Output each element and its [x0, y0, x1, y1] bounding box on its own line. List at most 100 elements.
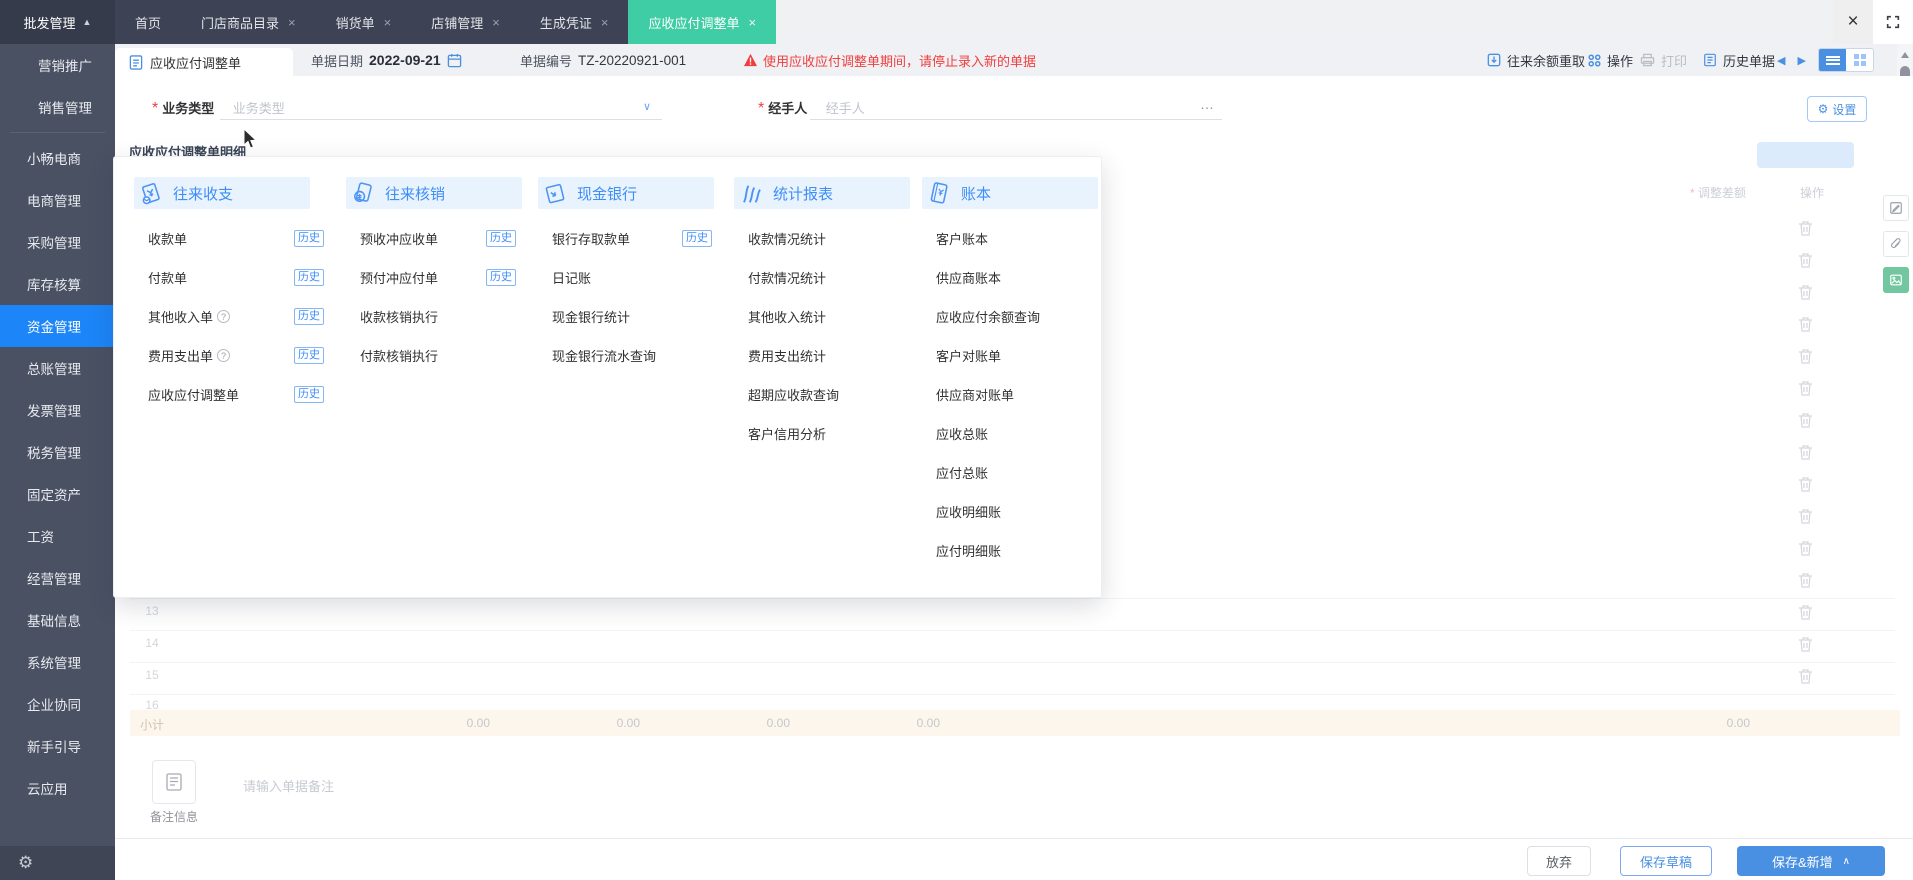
menu-item-customer-ledger[interactable]: 客户账本 — [922, 219, 1087, 258]
help-icon[interactable]: ? — [217, 349, 231, 362]
prev-record-arrow[interactable]: ◀ — [1777, 54, 1785, 67]
menu-item-payment-writeoff-exec[interactable]: 付款核销执行 — [346, 336, 538, 375]
menu-item-receipt-stats[interactable]: 收款情况统计 — [734, 219, 922, 258]
sidebar-item-ecom[interactable]: 电商管理 — [0, 179, 115, 221]
menu-item-cash-bank-stats[interactable]: 现金银行统计 — [538, 297, 734, 336]
menu-item-receipt-bill[interactable]: 收款单 历史 — [134, 219, 346, 258]
delete-row-icon[interactable] — [1798, 444, 1813, 460]
tab-sales-order[interactable]: 销货单 × — [316, 0, 412, 44]
history-badge[interactable]: 历史 — [294, 230, 324, 247]
menu-item-receipt-writeoff-exec[interactable]: 收款核销执行 — [346, 297, 538, 336]
remark-placeholder[interactable]: 请输入单据备注 — [243, 776, 334, 795]
delete-row-icon[interactable] — [1798, 572, 1813, 588]
delete-row-icon[interactable] — [1798, 348, 1813, 364]
history-badge[interactable]: 历史 — [294, 269, 324, 286]
tab-shop-management[interactable]: 店铺管理 × — [411, 0, 520, 44]
discard-button[interactable]: 放弃 — [1527, 846, 1591, 876]
menu-item-ar-ap-adjustment[interactable]: 应收应付调整单 历史 — [134, 375, 346, 414]
tab-close-icon[interactable]: × — [748, 15, 756, 30]
history-badge[interactable]: 历史 — [486, 230, 516, 247]
tab-close-icon[interactable]: × — [288, 15, 296, 30]
save-and-new-button[interactable]: 保存&新增 ∧ — [1737, 846, 1885, 876]
delete-row-icon[interactable] — [1798, 476, 1813, 492]
print-button[interactable]: 打印 — [1640, 44, 1687, 76]
operate-menu-button[interactable]: 操作 — [1588, 44, 1633, 76]
menu-item-ar-general-ledger[interactable]: 应收总账 — [922, 414, 1087, 453]
history-badge[interactable]: 历史 — [294, 347, 324, 364]
history-badge[interactable]: 历史 — [682, 230, 712, 247]
scroll-up-arrow[interactable] — [1901, 52, 1909, 58]
sidebar-item-fixed-assets[interactable]: 固定资产 — [0, 473, 115, 515]
sidebar-item-general-ledger[interactable]: 总账管理 — [0, 347, 115, 389]
balance-refetch-button[interactable]: 往来余额重取 — [1487, 44, 1585, 76]
sidebar-item-invoice[interactable]: 发票管理 — [0, 389, 115, 431]
bill-date-value[interactable]: 2022-09-21 — [369, 52, 441, 68]
delete-row-icon[interactable] — [1798, 508, 1813, 524]
column-settings-button[interactable]: ⚙ 设置 — [1807, 96, 1867, 122]
delete-row-icon[interactable] — [1798, 540, 1813, 556]
list-view-toggle[interactable] — [1819, 49, 1846, 71]
tab-close-icon[interactable]: × — [601, 15, 609, 30]
menu-item-ar-ap-balance-query[interactable]: 应收应付余额查询 — [922, 297, 1087, 336]
menu-item-ar-detail-ledger[interactable]: 应收明细账 — [922, 492, 1087, 531]
calendar-icon[interactable] — [447, 53, 462, 68]
menu-item-payment-stats[interactable]: 付款情况统计 — [734, 258, 922, 297]
menu-item-prereceipt-offset[interactable]: 预收冲应收单 历史 — [346, 219, 538, 258]
sidebar-item-cloud-apps[interactable]: 云应用 — [0, 767, 115, 809]
menu-item-ap-general-ledger[interactable]: 应付总账 — [922, 453, 1087, 492]
menu-item-bank-deposit-bill[interactable]: 银行存取款单 历史 — [538, 219, 734, 258]
help-icon[interactable]: ? — [217, 310, 231, 323]
tab-close-icon[interactable]: × — [384, 15, 392, 30]
menu-item-customer-credit-analysis[interactable]: 客户信用分析 — [734, 414, 922, 453]
menu-item-overdue-ar-query[interactable]: 超期应收款查询 — [734, 375, 922, 414]
sidebar-item-xiaochang-ecom[interactable]: 小畅电商 — [0, 137, 115, 179]
obscured-action-button[interactable] — [1757, 142, 1854, 168]
remark-attachment-box[interactable] — [152, 760, 196, 804]
sidebar-item-collaboration[interactable]: 企业协同 — [0, 683, 115, 725]
delete-row-icon[interactable] — [1798, 412, 1813, 428]
sidebar-item-sales[interactable]: 销售管理 — [0, 86, 115, 128]
delete-row-icon[interactable] — [1798, 220, 1813, 236]
delete-row-icon[interactable] — [1798, 668, 1813, 684]
next-record-arrow[interactable]: ▶ — [1797, 54, 1805, 67]
history-bills-button[interactable]: 历史单据 — [1703, 44, 1775, 76]
delete-row-icon[interactable] — [1798, 284, 1813, 300]
menu-item-prepay-offset[interactable]: 预付冲应付单 历史 — [346, 258, 538, 297]
settings-gear-icon[interactable]: ⚙ — [18, 853, 33, 873]
menu-item-supplier-ledger[interactable]: 供应商账本 — [922, 258, 1087, 297]
tab-store-catalog[interactable]: 门店商品目录 × — [181, 0, 316, 44]
document-type-tab[interactable]: 应收应付调整单 — [115, 48, 293, 76]
menu-item-cash-bank-flow-query[interactable]: 现金银行流水查询 — [538, 336, 734, 375]
delete-row-icon[interactable] — [1798, 604, 1813, 620]
menu-item-journal[interactable]: 日记账 — [538, 258, 734, 297]
menu-item-expense-stats[interactable]: 费用支出统计 — [734, 336, 922, 375]
card-view-toggle[interactable] — [1846, 49, 1873, 71]
sidebar-item-inventory[interactable]: 库存核算 — [0, 263, 115, 305]
sidebar-item-payroll[interactable]: 工资 — [0, 515, 115, 557]
history-badge[interactable]: 历史 — [294, 308, 324, 325]
window-close-button[interactable]: × — [1833, 0, 1873, 44]
history-badge[interactable]: 历史 — [486, 269, 516, 286]
sidebar-item-operation[interactable]: 经营管理 — [0, 557, 115, 599]
tab-ar-ap-adjustment[interactable]: 应收应付调整单 × — [628, 0, 777, 44]
delete-row-icon[interactable] — [1798, 252, 1813, 268]
note-tool-button[interactable] — [1883, 195, 1909, 221]
sidebar-item-tax[interactable]: 税务管理 — [0, 431, 115, 473]
tab-generate-voucher[interactable]: 生成凭证 × — [520, 0, 629, 44]
attachment-tool-button[interactable] — [1883, 231, 1909, 257]
caret-up-icon[interactable]: ∧ — [1843, 856, 1850, 867]
tab-close-icon[interactable]: × — [492, 15, 500, 30]
menu-item-expense-bill[interactable]: 费用支出单 ? 历史 — [134, 336, 346, 375]
menu-item-supplier-statement[interactable]: 供应商对账单 — [922, 375, 1087, 414]
menu-item-payment-bill[interactable]: 付款单 历史 — [134, 258, 346, 297]
history-badge[interactable]: 历史 — [294, 386, 324, 403]
sidebar-item-purchase[interactable]: 采购管理 — [0, 221, 115, 263]
sidebar-item-basic-info[interactable]: 基础信息 — [0, 599, 115, 641]
save-draft-button[interactable]: 保存草稿 — [1620, 846, 1712, 876]
menu-item-other-income-stats[interactable]: 其他收入统计 — [734, 297, 922, 336]
window-fullscreen-button[interactable] — [1873, 0, 1913, 44]
sidebar-item-system[interactable]: 系统管理 — [0, 641, 115, 683]
delete-row-icon[interactable] — [1798, 316, 1813, 332]
image-tool-button[interactable] — [1883, 267, 1909, 293]
menu-item-ap-detail-ledger[interactable]: 应付明细账 — [922, 531, 1087, 570]
